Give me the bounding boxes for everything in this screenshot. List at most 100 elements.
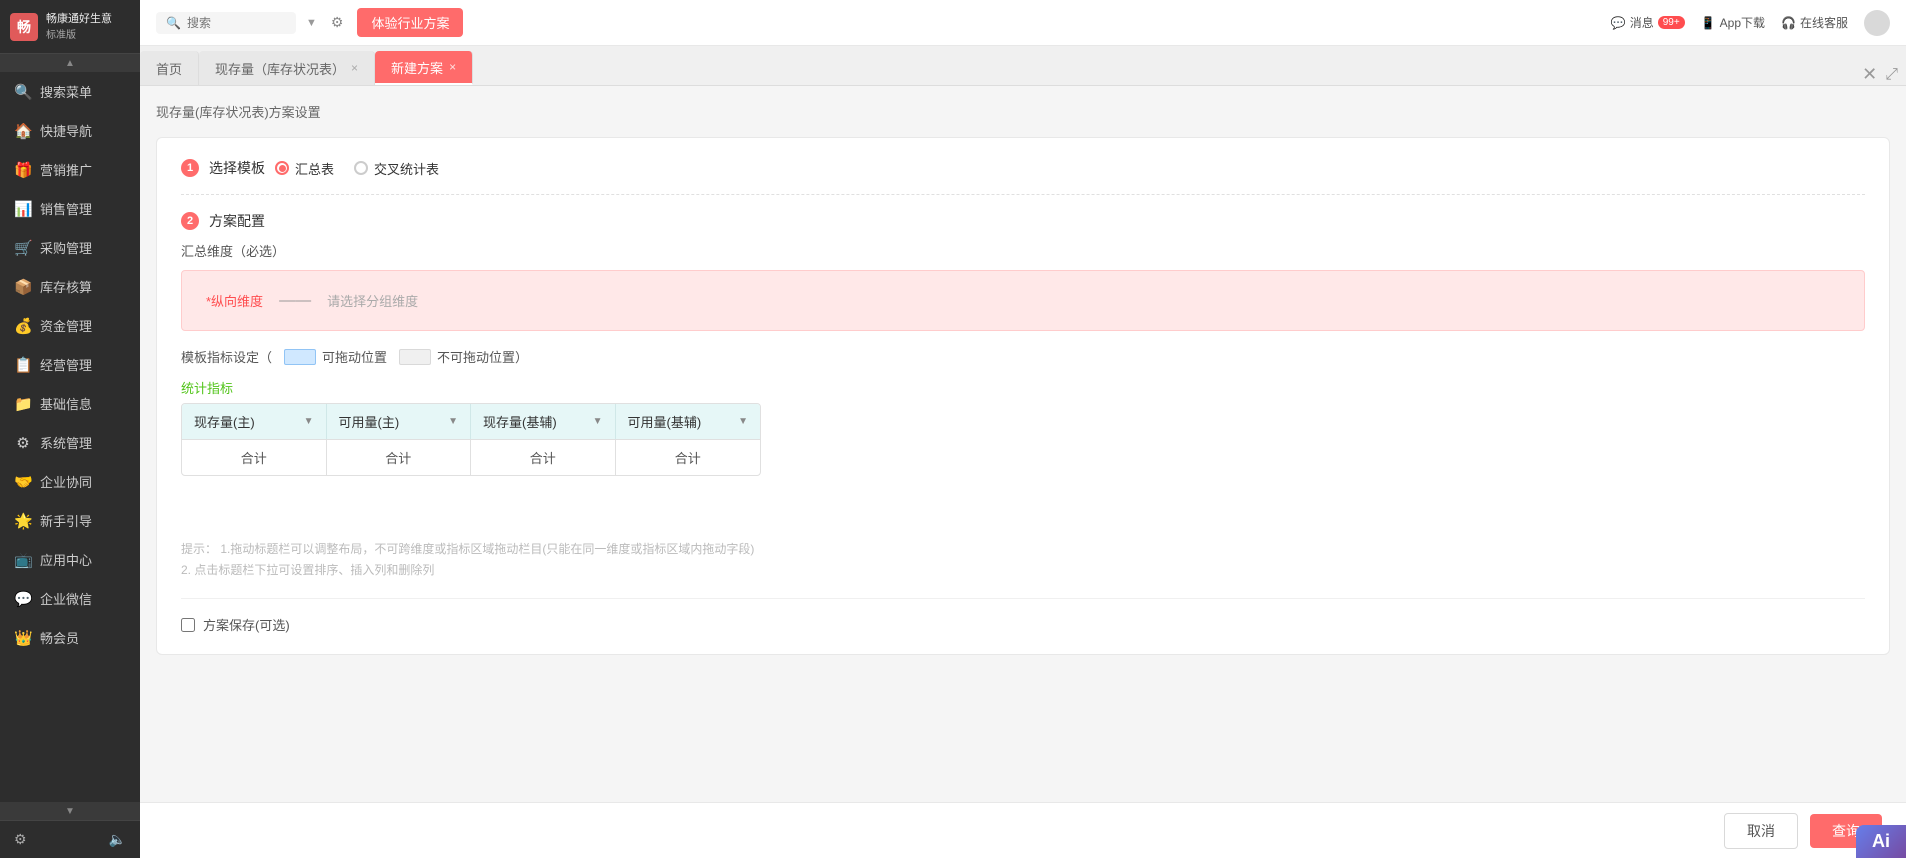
topbar-search-input[interactable]	[187, 16, 287, 30]
radio-circle-summary[interactable]	[275, 161, 289, 175]
tab-home[interactable]: 首页	[140, 51, 199, 85]
save-row: 方案保存(可选)	[181, 598, 1865, 634]
sidebar: 畅 畅康通好生意 标准版 ▲ 🔍 搜索菜单 🏠 快捷导航 🎁 营销推广 📊 销售…	[0, 0, 140, 858]
topbar-online-support[interactable]: 🎧 在线客服	[1781, 14, 1848, 31]
sidebar-item-wechat[interactable]: 💬 企业微信	[0, 579, 140, 618]
logo-icon: 畅	[10, 13, 38, 41]
handshake-icon: 🤝	[14, 473, 32, 491]
step2-header: 2 方案配置	[181, 211, 1865, 231]
modal-expand-icon[interactable]: ⤢	[1885, 66, 1898, 84]
stats-cell-3: 合计	[616, 440, 761, 475]
sidebar-item-search[interactable]: 🔍 搜索菜单	[0, 72, 140, 111]
tip-2: 2. 点击标题栏下拉可设置排序、插入列和删除列	[181, 561, 1865, 578]
app-download-label: App下载	[1720, 14, 1765, 31]
sidebar-logo: 畅 畅康通好生意 标准版	[0, 0, 140, 54]
chart-icon: 📊	[14, 200, 32, 218]
sidebar-item-label: 企业协同	[40, 472, 92, 491]
topbar-message[interactable]: 💬 消息 99+	[1611, 14, 1685, 31]
sidebar-item-operations[interactable]: 📋 经营管理	[0, 345, 140, 384]
tab-close-icon[interactable]: ×	[351, 61, 358, 75]
step1-header: 1 选择模板 汇总表 交叉统计表	[181, 158, 1865, 178]
modal-close-icon[interactable]: ✕	[1862, 64, 1877, 85]
sidebar-scroll-up[interactable]: ▲	[0, 54, 140, 72]
sidebar-footer: ⚙ 🔈	[0, 820, 140, 858]
box-icon: 📦	[14, 278, 32, 296]
tab-label: 现存量（库存状况表）	[215, 59, 345, 78]
stats-col-3[interactable]: 可用量(基辅) ▼	[616, 404, 761, 439]
headset-icon: 🎧	[1781, 16, 1796, 30]
sidebar-item-label: 搜索菜单	[40, 82, 92, 101]
sidebar-item-label: 经营管理	[40, 355, 92, 374]
tab-inventory-status[interactable]: 现存量（库存状况表） ×	[199, 51, 375, 85]
stats-col-0[interactable]: 现存量(主) ▼	[182, 404, 327, 439]
empty-space	[181, 488, 1865, 528]
message-label: 消息	[1630, 14, 1654, 31]
tab-close-new-plan-icon[interactable]: ×	[449, 60, 456, 74]
sidebar-item-finance[interactable]: 💰 资金管理	[0, 306, 140, 345]
topbar-gear-icon[interactable]: ⚙	[331, 14, 344, 31]
col-dropdown-0[interactable]: ▼	[304, 416, 314, 427]
legend-draggable: 可拖动位置	[284, 347, 387, 366]
tip-text-1: 提示： 1.拖动标题栏可以调整布局，不可跨维度或指标区域拖动栏目(只能在同一维度…	[181, 542, 754, 556]
stats-col-2[interactable]: 现存量(基辅) ▼	[471, 404, 616, 439]
sidebar-item-label: 快捷导航	[40, 121, 92, 140]
sidebar-item-member[interactable]: 👑 畅会员	[0, 618, 140, 657]
radio-circle-cross[interactable]	[354, 161, 368, 175]
sidebar-item-marketing[interactable]: 🎁 营销推广	[0, 150, 140, 189]
tab-new-plan[interactable]: 新建方案 ×	[375, 51, 473, 85]
topbar-dropdown-icon[interactable]: ▼	[306, 17, 317, 29]
search-menu-icon: 🔍	[14, 83, 32, 101]
radio-label-cross: 交叉统计表	[374, 159, 439, 178]
sidebar-nav: 🔍 搜索菜单 🏠 快捷导航 🎁 营销推广 📊 销售管理 🛒 采购管理 📦 库存核…	[0, 72, 140, 802]
stats-title: 统计指标	[181, 378, 1865, 397]
sidebar-item-label: 营销推广	[40, 160, 92, 179]
step1-num: 1	[181, 159, 199, 177]
dimension-label: 汇总维度（必选）	[181, 241, 1865, 260]
radio-cross[interactable]: 交叉统计表	[354, 159, 439, 178]
sidebar-item-newbie[interactable]: 🌟 新手引导	[0, 501, 140, 540]
radio-summary[interactable]: 汇总表	[275, 159, 334, 178]
template-radio-group: 汇总表 交叉统计表	[275, 159, 439, 178]
sidebar-item-label: 畅会员	[40, 628, 79, 647]
page-title: 现存量(库存状况表)方案设置	[156, 102, 1890, 121]
sidebar-item-system[interactable]: ⚙ 系统管理	[0, 423, 140, 462]
legend-fixed-label: 不可拖动位置）	[437, 347, 528, 366]
sidebar-item-label: 应用中心	[40, 550, 92, 569]
sidebar-item-sales[interactable]: 📊 销售管理	[0, 189, 140, 228]
app-name: 畅康通好生意	[46, 12, 112, 26]
save-checkbox[interactable]	[181, 618, 195, 632]
trial-btn[interactable]: 体验行业方案	[357, 8, 463, 37]
step1-label: 选择模板	[209, 158, 265, 178]
ai-badge[interactable]: Ai	[1856, 825, 1906, 858]
legend-box-fixed	[399, 349, 431, 365]
sidebar-item-label: 销售管理	[40, 199, 92, 218]
stats-cell-2: 合计	[471, 440, 616, 475]
radio-label-summary: 汇总表	[295, 159, 334, 178]
app-edition: 标准版	[46, 26, 112, 41]
sidebar-item-basic-info[interactable]: 📁 基础信息	[0, 384, 140, 423]
col-dropdown-3[interactable]: ▼	[738, 416, 748, 427]
sidebar-item-purchase[interactable]: 🛒 采购管理	[0, 228, 140, 267]
sidebar-item-quicknav[interactable]: 🏠 快捷导航	[0, 111, 140, 150]
volume-icon[interactable]: 🔈	[109, 831, 126, 848]
tv-icon: 📺	[14, 551, 32, 569]
col-dropdown-2[interactable]: ▼	[593, 416, 603, 427]
topbar: 🔍 ▼ ⚙ 体验行业方案 💬 消息 99+ 📱 App下载 🎧 在线客服	[140, 0, 1906, 46]
avatar[interactable]	[1864, 10, 1890, 36]
stats-col-1[interactable]: 可用量(主) ▼	[327, 404, 472, 439]
sidebar-item-app-center[interactable]: 📺 应用中心	[0, 540, 140, 579]
template-indicator-label: 模板指标设定（	[181, 347, 272, 366]
crown-icon: 👑	[14, 629, 32, 647]
sidebar-item-collab[interactable]: 🤝 企业协同	[0, 462, 140, 501]
stats-table-body: 合计 合计 合计 合计	[182, 439, 760, 475]
sidebar-scroll-down[interactable]: ▼	[0, 802, 140, 820]
gear-footer-icon[interactable]: ⚙	[14, 831, 27, 848]
stats-cell-0: 合计	[182, 440, 327, 475]
sidebar-item-label: 基础信息	[40, 394, 92, 413]
sidebar-item-inventory[interactable]: 📦 库存核算	[0, 267, 140, 306]
cancel-button[interactable]: 取消	[1724, 813, 1798, 849]
col-dropdown-1[interactable]: ▼	[448, 416, 458, 427]
clipboard-icon: 📋	[14, 356, 32, 374]
tips-section: 提示： 1.拖动标题栏可以调整布局，不可跨维度或指标区域拖动栏目(只能在同一维度…	[181, 540, 1865, 578]
topbar-app-download[interactable]: 📱 App下载	[1701, 14, 1765, 31]
